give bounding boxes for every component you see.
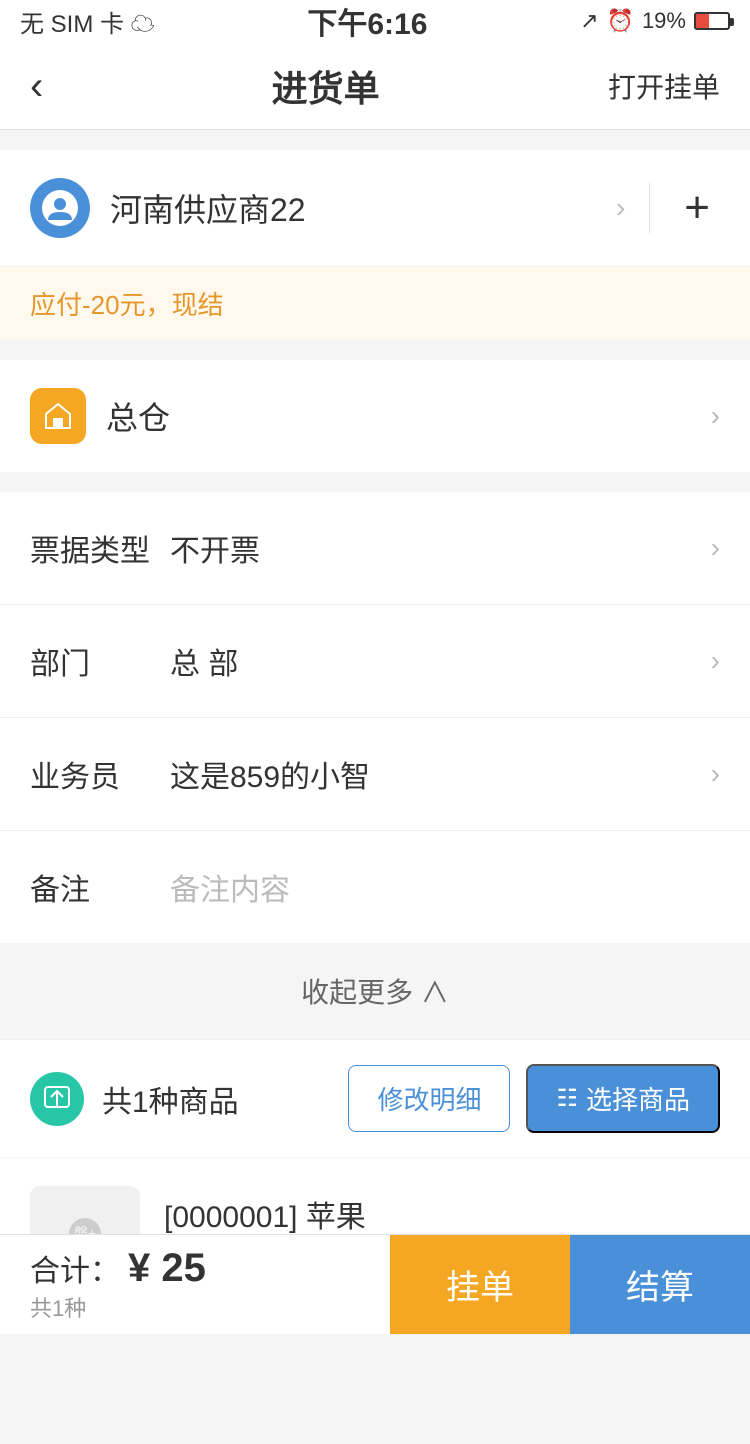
cart-icon [42, 1084, 72, 1114]
warehouse-icon [30, 388, 86, 444]
bottom-bar: 合计： ¥ 25 共1种 挂单 结算 [0, 1234, 750, 1334]
total-amount: ¥ 25 [128, 1246, 206, 1291]
supplier-avatar [30, 178, 90, 238]
department-chevron-icon: › [711, 645, 720, 677]
products-count: 共1种商品 [102, 1077, 348, 1121]
status-right: ↗ ⏰ 19% [580, 8, 730, 34]
person-icon [46, 194, 74, 222]
notice-bar: 应付-20元，现结 [0, 267, 750, 340]
modify-detail-button[interactable]: 修改明细 [348, 1065, 510, 1132]
invoice-type-value: 不开票 [170, 526, 701, 570]
invoice-type-chevron-icon: › [711, 532, 720, 564]
hang-button[interactable]: 挂单 [390, 1235, 570, 1334]
select-product-icon: ☷ [556, 1084, 578, 1113]
warehouse-svg-icon [42, 400, 74, 432]
select-product-button[interactable]: ☷ 选择商品 [526, 1064, 720, 1133]
status-left: 无 SIM 卡 ☁ [20, 4, 155, 39]
supplier-name: 河南供应商22 [110, 185, 606, 231]
page-title: 进货单 [272, 60, 380, 112]
total-sub: 共1种 [30, 1291, 360, 1323]
total-label: 合计： [30, 1246, 120, 1290]
total-row: 合计： ¥ 25 [30, 1246, 360, 1291]
products-icon [30, 1072, 84, 1126]
bottom-spacer [0, 1324, 750, 1444]
supplier-section: 河南供应商22 › + 应付-20元，现结 [0, 150, 750, 340]
avatar-inner [42, 190, 78, 226]
checkout-button[interactable]: 结算 [570, 1235, 750, 1334]
select-product-label: 选择商品 [586, 1080, 690, 1117]
salesman-chevron-icon: › [711, 758, 720, 790]
form-section: 票据类型 不开票 › 部门 总 部 › 业务员 这是859的小智 › 备注 备注… [0, 492, 750, 943]
salesman-value: 这是859的小智 [170, 752, 701, 796]
status-time: 下午6:16 [307, 0, 427, 43]
status-bar: 无 SIM 卡 ☁ 下午6:16 ↗ ⏰ 19% [0, 0, 750, 42]
salesman-row[interactable]: 业务员 这是859的小智 › [0, 718, 750, 831]
sim-label: 无 SIM 卡 ☁ [20, 4, 155, 39]
products-header: 共1种商品 修改明细 ☷ 选择商品 [0, 1039, 750, 1157]
bottom-total: 合计： ¥ 25 共1种 [0, 1235, 390, 1334]
checkout-label: 结算 [626, 1260, 694, 1309]
supplier-chevron-icon: › [616, 192, 625, 224]
notice-text: 应付-20元，现结 [30, 290, 224, 320]
battery-icon [694, 12, 730, 30]
department-row[interactable]: 部门 总 部 › [0, 605, 750, 718]
product-name: [0000001] 苹果 [164, 1192, 668, 1236]
invoice-type-row[interactable]: 票据类型 不开票 › [0, 492, 750, 605]
nav-bar: ‹ 进货单 打开挂单 [0, 42, 750, 130]
department-value: 总 部 [170, 639, 701, 683]
supplier-divider [649, 183, 650, 233]
collapse-toggle-button[interactable]: 收起更多 ∧ [0, 943, 750, 1039]
location-icon: ↗ [580, 8, 598, 34]
hang-label: 挂单 [446, 1260, 514, 1309]
department-label: 部门 [30, 639, 170, 683]
alarm-icon: ⏰ [607, 8, 634, 34]
product-title: 苹果 [306, 1201, 366, 1234]
supplier-row[interactable]: 河南供应商22 › + [0, 150, 750, 267]
remark-row[interactable]: 备注 备注内容 [0, 831, 750, 943]
collapse-toggle-label: 收起更多 ∧ [301, 977, 449, 1008]
battery-percent: 19% [642, 8, 686, 34]
remark-label: 备注 [30, 865, 170, 909]
warehouse-name: 总仓 [106, 393, 701, 439]
warehouse-row[interactable]: 总仓 › [0, 360, 750, 472]
product-id: [0000001] [164, 1201, 297, 1234]
salesman-label: 业务员 [30, 752, 170, 796]
open-hang-button[interactable]: 打开挂单 [608, 66, 720, 106]
gap-1 [0, 130, 750, 150]
warehouse-chevron-icon: › [711, 400, 720, 432]
back-button[interactable]: ‹ [30, 66, 43, 106]
add-supplier-button[interactable]: + [674, 186, 720, 230]
remark-input[interactable]: 备注内容 [170, 865, 720, 909]
invoice-type-label: 票据类型 [30, 526, 170, 570]
